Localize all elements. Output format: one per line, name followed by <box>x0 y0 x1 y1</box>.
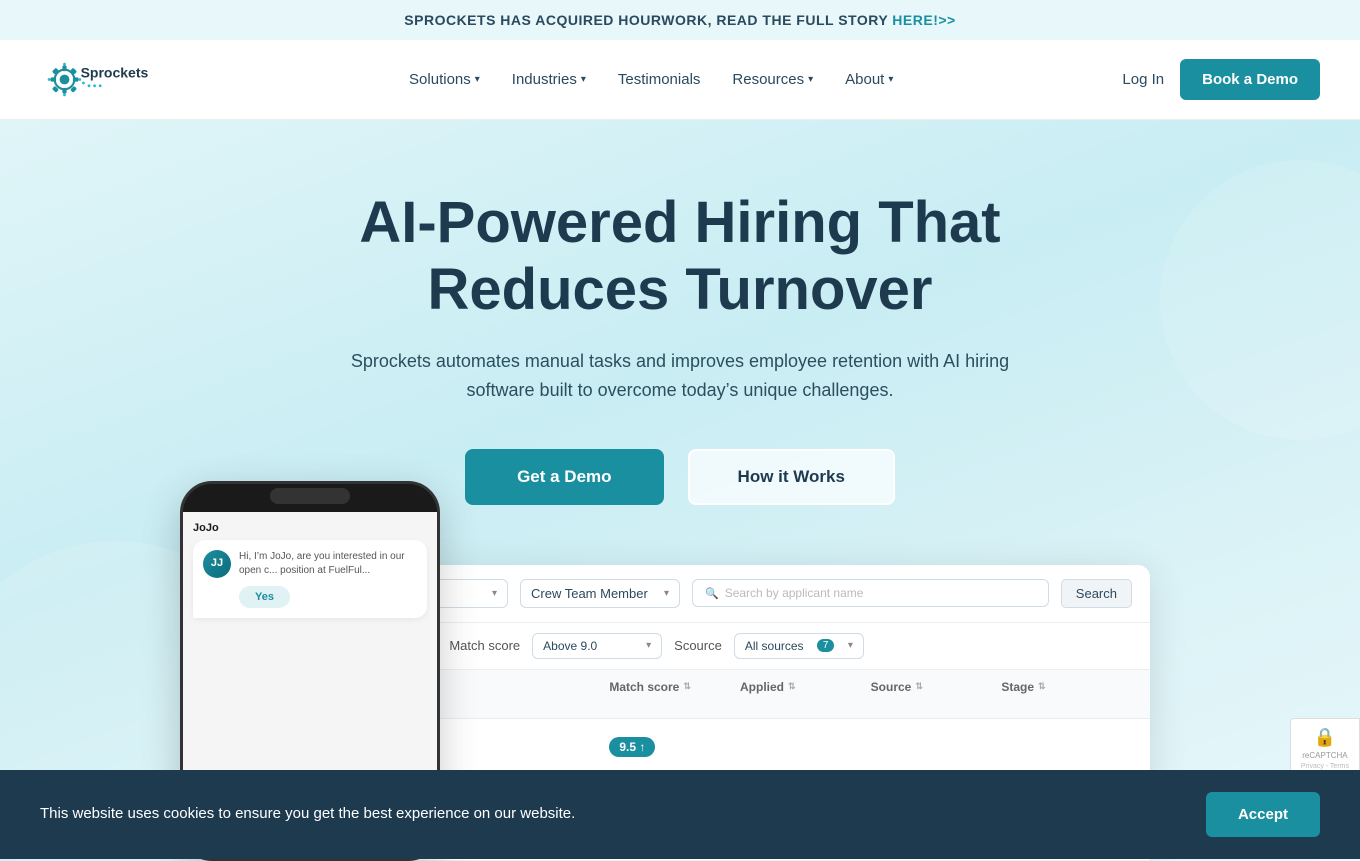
chevron-down-icon: ▾ <box>581 74 586 85</box>
chat-yes-button[interactable]: Yes <box>239 586 290 608</box>
chat-text-area: Hi, I’m JoJo, are you interested in our … <box>239 550 417 608</box>
book-demo-button[interactable]: Book a Demo <box>1180 59 1320 100</box>
cookie-banner: This website uses cookies to ensure you … <box>0 770 1360 859</box>
chat-message: Hi, I’m JoJo, are you interested in our … <box>239 550 417 578</box>
nav-link-solutions[interactable]: Solutions ▾ <box>397 63 492 96</box>
dashboard-filter-row-2: Time applied | Match score Above 9.0 ▾ S… <box>330 623 1150 670</box>
announcement-link[interactable]: HERE!>> <box>892 12 955 28</box>
sort-icon: ⇅ <box>788 681 796 692</box>
col-stage: Stage ⇅ <box>1001 680 1132 694</box>
navigation: Sprockets Solutions ▾ Industries ▾ Testi… <box>0 40 1360 120</box>
match-score-filter-label: Match score <box>449 638 520 653</box>
source-count-badge: 7 <box>817 639 835 652</box>
search-icon: 🔍 <box>705 587 719 600</box>
nav-item-resources[interactable]: Resources ▾ <box>720 63 825 96</box>
logo-svg: Sprockets <box>40 52 180 107</box>
nav-links: Solutions ▾ Industries ▾ Testimonials Re… <box>397 63 905 96</box>
ai-avatar: JJ <box>203 550 231 578</box>
col-source: Source ⇅ <box>871 680 1002 694</box>
nav-link-resources[interactable]: Resources ▾ <box>720 63 825 96</box>
chevron-down-icon: ▾ <box>475 74 480 85</box>
recaptcha-privacy: Privacy - Terms <box>1301 763 1349 770</box>
svg-text:Sprockets: Sprockets <box>81 64 149 80</box>
search-button[interactable]: Search <box>1061 579 1132 608</box>
phone-notch-pill <box>270 488 350 504</box>
get-demo-button[interactable]: Get a Demo <box>465 449 663 505</box>
nav-link-testimonials[interactable]: Testimonials <box>606 63 713 96</box>
phone-chat-header: JoJo <box>193 522 427 534</box>
source-filter-label: Scource <box>674 638 722 653</box>
col-match: Match score ⇅ <box>609 680 740 694</box>
sort-icon: ⇅ <box>915 681 923 692</box>
chevron-down-icon: ▾ <box>664 588 669 599</box>
announcement-bar: SPROCKETS HAS ACQUIRED HOURWORK, READ TH… <box>0 0 1360 40</box>
hero-buttons: Get a Demo How it Works <box>465 449 895 505</box>
position-filter[interactable]: Crew Team Member ▾ <box>520 579 680 608</box>
col-applied: Applied ⇅ <box>740 680 871 694</box>
nav-link-about[interactable]: About ▾ <box>833 63 905 96</box>
announcement-text: SPROCKETS HAS ACQUIRED HOURWORK, READ TH… <box>404 12 892 28</box>
chevron-down-icon: ▾ <box>646 640 651 651</box>
nav-link-industries[interactable]: Industries ▾ <box>500 63 598 96</box>
hero-subtitle: Sprockets automates manual tasks and imp… <box>350 347 1010 405</box>
sort-icon: ⇅ <box>683 681 691 692</box>
match-score-badge: 9.5 ↑ <box>609 737 655 757</box>
chevron-down-icon: ▾ <box>888 74 893 85</box>
chat-bubble: JJ Hi, I’m JoJo, are you interested in o… <box>193 540 427 618</box>
chevron-down-icon: ▾ <box>492 588 497 599</box>
row-match: 9.5 ↑ <box>609 737 740 757</box>
nav-item-testimonials[interactable]: Testimonials <box>606 63 713 96</box>
how-it-works-button[interactable]: How it Works <box>688 449 895 505</box>
logo[interactable]: Sprockets <box>40 52 180 107</box>
chevron-down-icon: ▾ <box>808 74 813 85</box>
cookie-accept-button[interactable]: Accept <box>1206 792 1320 837</box>
dashboard-filter-row-1: Location 03 ▾ Crew Team Member ▾ 🔍 Searc… <box>330 565 1150 623</box>
applicant-search[interactable]: 🔍 Search by applicant name <box>692 579 1049 607</box>
cookie-text: This website uses cookies to ensure you … <box>40 803 575 826</box>
nav-item-solutions[interactable]: Solutions ▾ <box>397 63 492 96</box>
sort-icon: ⇅ <box>1038 681 1046 692</box>
chevron-down-icon: ▾ <box>848 640 853 651</box>
hero-title: AI-Powered Hiring That Reduces Turnover <box>359 190 1000 323</box>
table-header: Match score ⇅ Applied ⇅ Source ⇅ Stage ⇅… <box>330 670 1150 719</box>
source-filter[interactable]: All sources 7 ▾ <box>734 633 864 659</box>
hero-section: AI-Powered Hiring That Reduces Turnover … <box>0 120 1360 861</box>
phone-notch <box>183 484 437 512</box>
match-score-filter[interactable]: Above 9.0 ▾ <box>532 633 662 659</box>
nav-item-about[interactable]: About ▾ <box>833 63 905 96</box>
nav-right: Log In Book a Demo <box>1122 59 1320 100</box>
login-link[interactable]: Log In <box>1122 71 1164 88</box>
recaptcha-label: reCAPTCHA <box>1302 751 1347 760</box>
nav-item-industries[interactable]: Industries ▾ <box>500 63 598 96</box>
recaptcha-icon: 🔒 <box>1314 727 1336 748</box>
